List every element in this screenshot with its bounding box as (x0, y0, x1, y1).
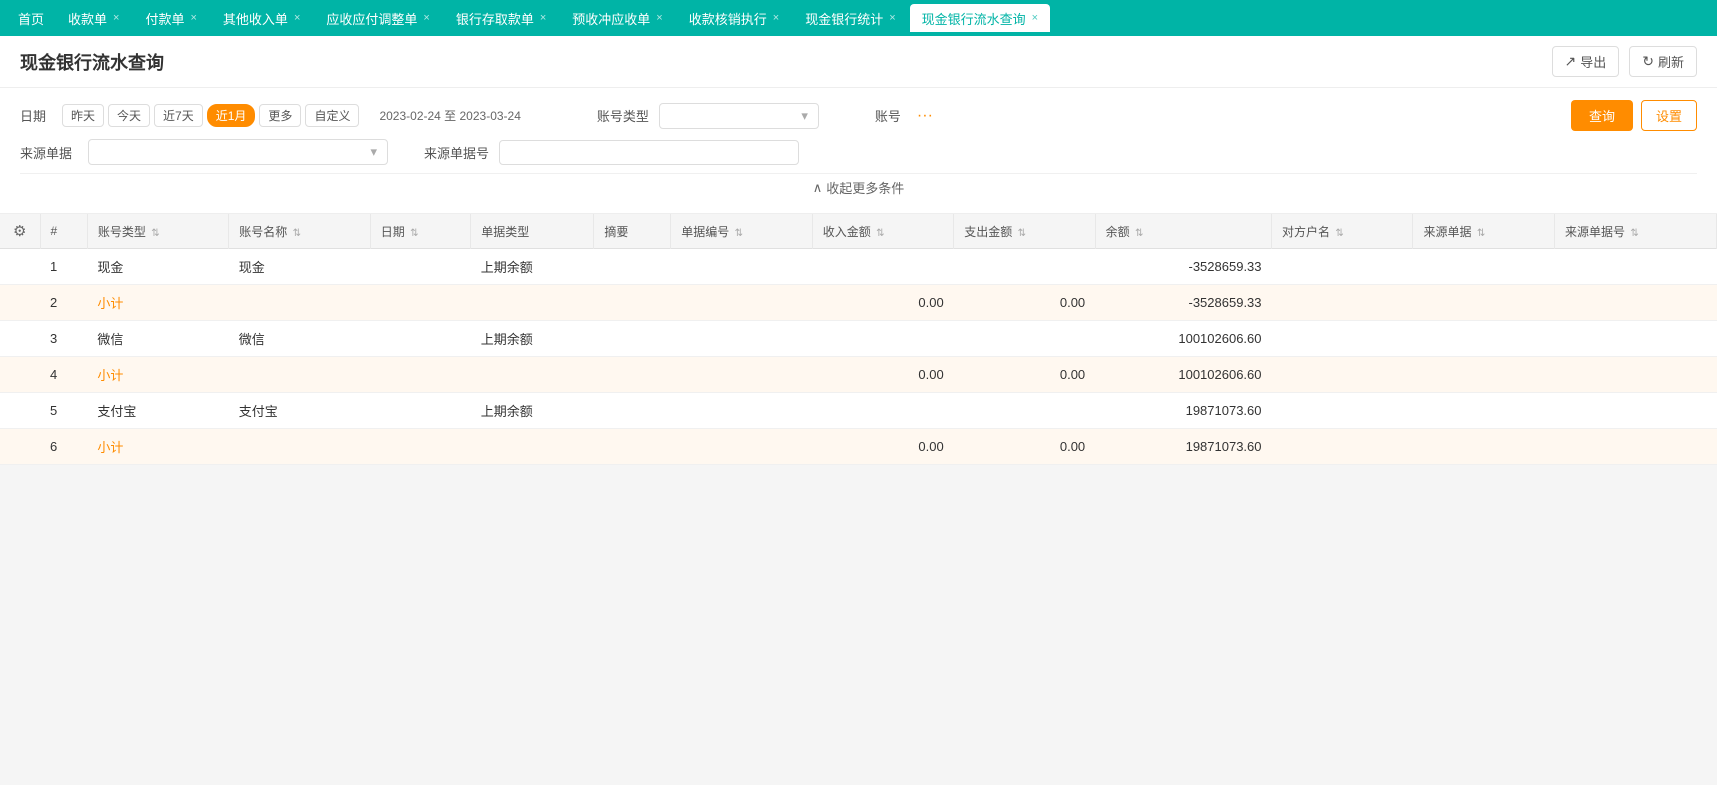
account-label: 账号 (875, 106, 901, 125)
col-settings-header[interactable]: ⚙ (0, 214, 40, 249)
close-icon[interactable]: × (423, 12, 429, 24)
col-expense-header[interactable]: 支出金额 ⇅ (954, 214, 1095, 249)
table-body: 1现金现金上期余额-3528659.332小计0.000.00-3528659.… (0, 249, 1717, 465)
close-icon[interactable]: × (889, 12, 895, 24)
tab-payment[interactable]: 付款单 × (133, 4, 208, 32)
refresh-button[interactable]: ↻ 刷新 (1629, 46, 1697, 77)
close-icon[interactable]: × (190, 12, 196, 24)
export-button[interactable]: ↗ 导出 (1552, 46, 1620, 77)
sort-icon: ⇅ (410, 228, 418, 239)
tab-cash-bank-stat[interactable]: 现金银行统计 × (793, 4, 907, 32)
query-button[interactable]: 查询 (1571, 100, 1633, 131)
col-doc-no-header[interactable]: 单据编号 ⇅ (671, 214, 812, 249)
col-summary-header: 摘要 (594, 214, 671, 249)
tab-cash-bank-flow[interactable]: 现金银行流水查询 × (910, 4, 1050, 32)
table-row: 6小计0.000.0019871073.60 (0, 429, 1717, 465)
account-type-select[interactable]: ▾ (659, 103, 819, 129)
sort-icon: ⇅ (1335, 228, 1343, 239)
tab-other-income[interactable]: 其他收入单 × (211, 4, 312, 32)
col-source-doc-header[interactable]: 来源单据 ⇅ (1413, 214, 1554, 249)
export-icon: ↗ (1565, 53, 1577, 70)
sort-icon: ⇅ (876, 228, 884, 239)
tab-ar-ap-adjust[interactable]: 应收应付调整单 × (314, 4, 441, 32)
date-yesterday[interactable]: 昨天 (62, 104, 104, 127)
sort-icon: ⇅ (1477, 228, 1485, 239)
table-container: ⚙ # 账号类型 ⇅ 账号名称 ⇅ 日期 ⇅ 单据类型 (0, 214, 1717, 465)
account-type-label: 账号类型 (597, 106, 649, 125)
col-income-header[interactable]: 收入金额 ⇅ (812, 214, 953, 249)
col-date-header[interactable]: 日期 ⇅ (370, 214, 470, 249)
date-today[interactable]: 今天 (108, 104, 150, 127)
sort-icon: ⇅ (1630, 228, 1638, 239)
sort-icon: ⇅ (1018, 228, 1026, 239)
source-doc-no-input[interactable] (499, 140, 799, 165)
settings-button[interactable]: 设置 (1641, 100, 1697, 131)
account-dots-button[interactable]: ··· (911, 107, 939, 125)
table-row: 1现金现金上期余额-3528659.33 (0, 249, 1717, 285)
refresh-icon: ↻ (1642, 53, 1654, 70)
table-row: 5支付宝支付宝上期余额19871073.60 (0, 393, 1717, 429)
date-custom[interactable]: 自定义 (305, 104, 359, 127)
date-label: 日期 (20, 106, 46, 125)
col-account-type-header[interactable]: 账号类型 ⇅ (87, 214, 228, 249)
chevron-down-icon2: ▾ (370, 144, 377, 160)
sort-icon: ⇅ (293, 228, 301, 239)
gear-icon: ⚙ (13, 223, 26, 240)
page-title: 现金银行流水查询 (20, 49, 164, 75)
close-icon[interactable]: × (773, 12, 779, 24)
data-table: ⚙ # 账号类型 ⇅ 账号名称 ⇅ 日期 ⇅ 单据类型 (0, 214, 1717, 465)
col-counterparty-header[interactable]: 对方户名 ⇅ (1272, 214, 1413, 249)
close-icon[interactable]: × (1032, 12, 1038, 24)
sort-icon: ⇅ (735, 228, 743, 239)
date-range: 2023-02-24 至 2023-03-24 (379, 107, 520, 124)
col-doc-type-header: 单据类型 (471, 214, 594, 249)
table-row: 3微信微信上期余额100102606.60 (0, 321, 1717, 357)
table-row: 2小计0.000.00-3528659.33 (0, 285, 1717, 321)
filter-area: 日期 昨天 今天 近7天 近1月 更多 自定义 2023-02-24 至 202… (0, 88, 1717, 214)
col-no-header: # (40, 214, 87, 249)
date-more[interactable]: 更多 (259, 104, 301, 127)
tab-bank-deposit[interactable]: 银行存取款单 × (444, 4, 558, 32)
chevron-down-icon: ▾ (801, 108, 808, 124)
sort-icon: ⇅ (151, 228, 159, 239)
header-actions: ↗ 导出 ↻ 刷新 (1552, 46, 1698, 77)
col-balance-header[interactable]: 余额 ⇅ (1095, 214, 1271, 249)
source-doc-select[interactable]: ▾ (88, 139, 388, 165)
tab-receipt[interactable]: 收款单 × (56, 4, 131, 32)
close-icon[interactable]: × (656, 12, 662, 24)
date-7days[interactable]: 近7天 (154, 104, 203, 127)
collapse-button[interactable]: ∧ 收起更多条件 (20, 173, 1697, 201)
table-row: 4小计0.000.00100102606.60 (0, 357, 1717, 393)
close-icon[interactable]: × (113, 12, 119, 24)
table-header: ⚙ # 账号类型 ⇅ 账号名称 ⇅ 日期 ⇅ 单据类型 (0, 214, 1717, 249)
chevron-up-icon: ∧ (813, 180, 823, 196)
source-doc-no-label: 来源单据号 (424, 143, 489, 162)
col-account-name-header[interactable]: 账号名称 ⇅ (229, 214, 370, 249)
top-nav: 首页 收款单 × 付款单 × 其他收入单 × 应收应付调整单 × 银行存取款单 … (0, 0, 1717, 36)
tab-collection-exec[interactable]: 收款核销执行 × (677, 4, 791, 32)
nav-home[interactable]: 首页 (8, 9, 54, 28)
tab-advance-offset[interactable]: 预收冲应收单 × (560, 4, 674, 32)
filter-row-2: 来源单据 ▾ 来源单据号 (20, 139, 1697, 165)
close-icon[interactable]: × (294, 12, 300, 24)
page-header: 现金银行流水查询 ↗ 导出 ↻ 刷新 (0, 36, 1717, 88)
filter-row-1: 日期 昨天 今天 近7天 近1月 更多 自定义 2023-02-24 至 202… (20, 100, 1697, 131)
sort-icon: ⇅ (1135, 228, 1143, 239)
col-source-doc-no-header[interactable]: 来源单据号 ⇅ (1554, 214, 1716, 249)
date-shortcuts: 昨天 今天 近7天 近1月 更多 自定义 (62, 104, 359, 127)
close-icon[interactable]: × (540, 12, 546, 24)
source-doc-label: 来源单据 (20, 143, 72, 162)
date-1month[interactable]: 近1月 (207, 104, 256, 127)
